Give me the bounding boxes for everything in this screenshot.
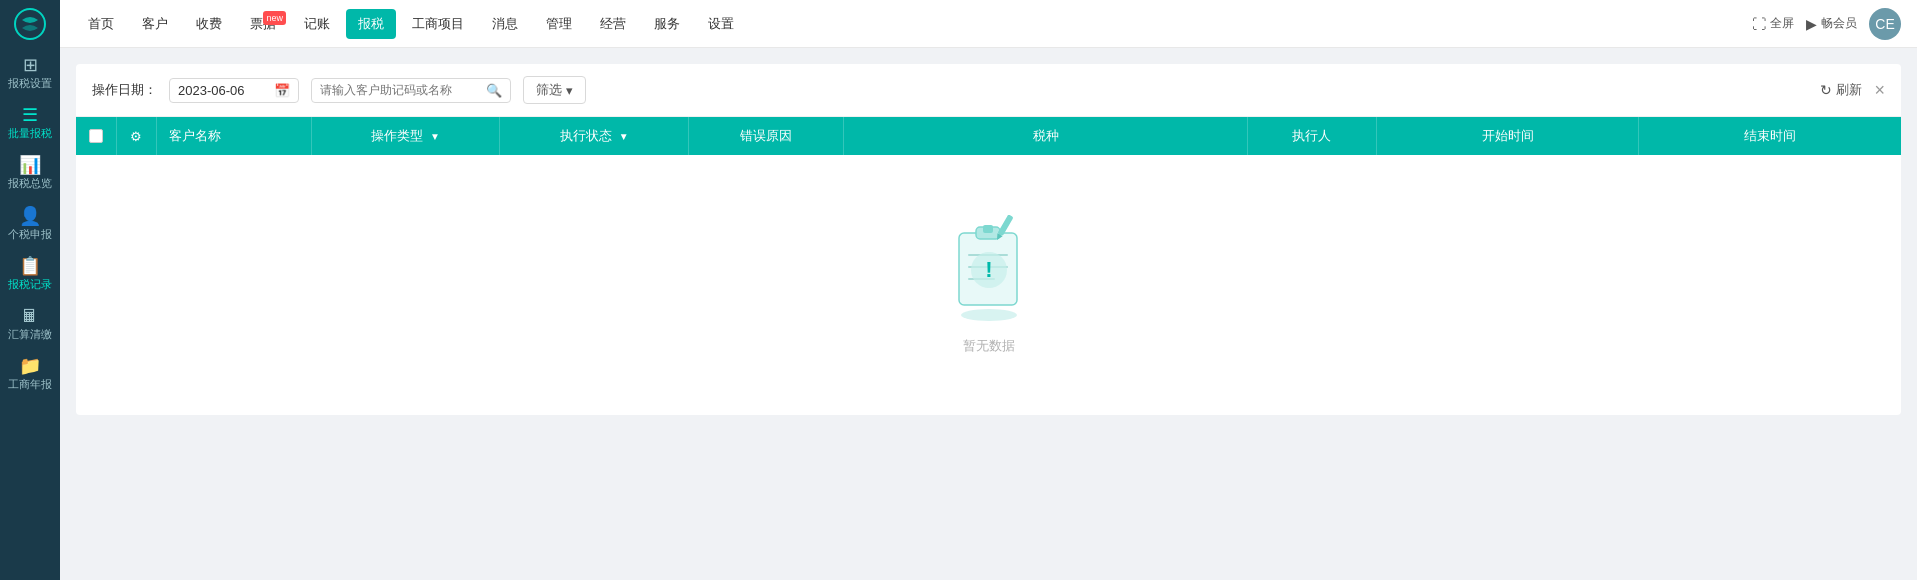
select-all-checkbox[interactable] (89, 129, 103, 143)
th-executor: 执行人 (1247, 117, 1376, 155)
topnav-right: ⛶ 全屏 ▶ 畅会员 CE (1752, 8, 1901, 40)
sidebar-logo (0, 0, 60, 48)
sidebar-item-label: 报税设置 (8, 77, 52, 90)
topnav-item-customer[interactable]: 客户 (130, 9, 180, 39)
topnav-items: 首页 客户 收费 票据 new 记账 报税 工商项目 消息 管理 经营 服务 设… (76, 9, 1752, 39)
geshui-shenbao-icon: 👤 (19, 207, 41, 225)
svg-rect-4 (983, 225, 993, 233)
filter-label: 筛选 (536, 81, 562, 99)
topnav-item-guanli[interactable]: 管理 (534, 9, 584, 39)
svg-text:!: ! (985, 257, 992, 282)
gongshang-nianbao-icon: 📁 (19, 357, 41, 375)
topnav-item-shezhi[interactable]: 设置 (696, 9, 746, 39)
operation-type-filter-icon[interactable]: ▼ (430, 131, 440, 142)
sidebar-item-piliang-baoshui[interactable]: ☰ 批量报税 (0, 98, 60, 148)
search-icon[interactable]: 🔍 (486, 83, 502, 98)
date-picker[interactable]: 📅 (169, 78, 299, 103)
svg-point-0 (15, 9, 45, 39)
toolbar: 操作日期： 📅 🔍 筛选 ▾ ↻ 刷新 × (76, 64, 1901, 117)
data-table: ⚙ 客户名称 操作类型 ▼ 执行状态 ▼ (76, 117, 1901, 415)
topnav-item-home[interactable]: 首页 (76, 9, 126, 39)
th-checkbox (76, 117, 116, 155)
topnav-item-fuwu[interactable]: 服务 (642, 9, 692, 39)
sidebar-item-label: 报税总览 (8, 177, 52, 190)
sidebar-item-baoshui-zonglang[interactable]: 📊 报税总览 (0, 148, 60, 198)
sidebar-item-label: 报税记录 (8, 278, 52, 291)
empty-state-row: ! 暂无数据 (76, 155, 1901, 415)
empty-state: ! 暂无数据 (76, 155, 1901, 415)
topnav-item-shoufei[interactable]: 收费 (184, 9, 234, 39)
sidebar-item-baoshui-shezhi[interactable]: ⊞ 报税设置 (0, 48, 60, 98)
new-badge: new (263, 11, 286, 25)
calendar-icon: 📅 (274, 83, 290, 98)
refresh-button[interactable]: ↻ 刷新 (1820, 81, 1862, 99)
fullscreen-button[interactable]: ⛶ 全屏 (1752, 15, 1794, 32)
sidebar-item-label: 个税申报 (8, 228, 52, 241)
baoshui-jilu-icon: 📋 (19, 257, 41, 275)
baoshui-shezhi-icon: ⊞ (23, 56, 38, 74)
table-body: ! 暂无数据 (76, 155, 1901, 415)
topnav: 首页 客户 收费 票据 new 记账 报税 工商项目 消息 管理 经营 服务 设… (60, 0, 1917, 48)
refresh-label: 刷新 (1836, 81, 1862, 99)
content: 操作日期： 📅 🔍 筛选 ▾ ↻ 刷新 × (60, 48, 1917, 580)
table-header-row: ⚙ 客户名称 操作类型 ▼ 执行状态 ▼ (76, 117, 1901, 155)
sidebar-item-huisuan-jiaona[interactable]: 🖩 汇算清缴 (0, 299, 60, 349)
sidebar-item-geshui-shenbao[interactable]: 👤 个税申报 (0, 199, 60, 249)
avatar[interactable]: CE (1869, 8, 1901, 40)
close-button[interactable]: × (1874, 81, 1885, 99)
topnav-item-xiaoxi[interactable]: 消息 (480, 9, 530, 39)
empty-illustration: ! (939, 215, 1039, 325)
topnav-item-jingying[interactable]: 经营 (588, 9, 638, 39)
date-input[interactable] (178, 83, 268, 98)
sidebar-item-gongshang-nianbao[interactable]: 📁 工商年报 (0, 349, 60, 399)
th-customer-name: 客户名称 (156, 117, 311, 155)
search-wrap: 🔍 (311, 78, 511, 103)
fullscreen-icon: ⛶ (1752, 16, 1766, 32)
member-button[interactable]: ▶ 畅会员 (1806, 15, 1857, 32)
topnav-item-jizhang[interactable]: 记账 (292, 9, 342, 39)
svg-point-1 (961, 309, 1017, 321)
baoshui-zonglang-icon: 📊 (19, 156, 41, 174)
date-label: 操作日期： (92, 81, 157, 99)
search-input[interactable] (320, 83, 480, 97)
member-icon: ▶ (1806, 16, 1817, 32)
th-operation-type: 操作类型 ▼ (311, 117, 500, 155)
th-settings: ⚙ (116, 117, 156, 155)
table-card: 操作日期： 📅 🔍 筛选 ▾ ↻ 刷新 × (76, 64, 1901, 415)
th-exec-status: 执行状态 ▼ (500, 117, 689, 155)
sidebar-item-label: 批量报税 (8, 127, 52, 140)
settings-icon[interactable]: ⚙ (130, 129, 142, 144)
sidebar: ⊞ 报税设置 ☰ 批量报税 📊 报税总览 👤 个税申报 📋 报税记录 🖩 汇算清… (0, 0, 60, 580)
th-error-reason: 错误原因 (689, 117, 844, 155)
topnav-item-baoshui[interactable]: 报税 (346, 9, 396, 39)
topnav-item-piaoju[interactable]: 票据 new (238, 9, 288, 39)
piliang-baoshui-icon: ☰ (22, 106, 38, 124)
huisuan-jiaona-icon: 🖩 (21, 307, 39, 325)
main-area: 首页 客户 收费 票据 new 记账 报税 工商项目 消息 管理 经营 服务 设… (60, 0, 1917, 580)
th-start-time: 开始时间 (1376, 117, 1638, 155)
chevron-down-icon: ▾ (566, 83, 573, 98)
empty-text: 暂无数据 (963, 337, 1015, 355)
sidebar-item-baoshui-jilu[interactable]: 📋 报税记录 (0, 249, 60, 299)
topnav-item-gongshang-xiangmu[interactable]: 工商项目 (400, 9, 476, 39)
filter-button[interactable]: 筛选 ▾ (523, 76, 586, 104)
sidebar-item-label: 工商年报 (8, 378, 52, 391)
th-end-time: 结束时间 (1639, 117, 1901, 155)
refresh-icon: ↻ (1820, 82, 1832, 98)
sidebar-item-label: 汇算清缴 (8, 328, 52, 341)
fullscreen-label: 全屏 (1770, 15, 1794, 32)
th-tax-type: 税种 (844, 117, 1247, 155)
exec-status-filter-icon[interactable]: ▼ (619, 131, 629, 142)
member-label: 畅会员 (1821, 15, 1857, 32)
empty-state-cell: ! 暂无数据 (76, 155, 1901, 415)
